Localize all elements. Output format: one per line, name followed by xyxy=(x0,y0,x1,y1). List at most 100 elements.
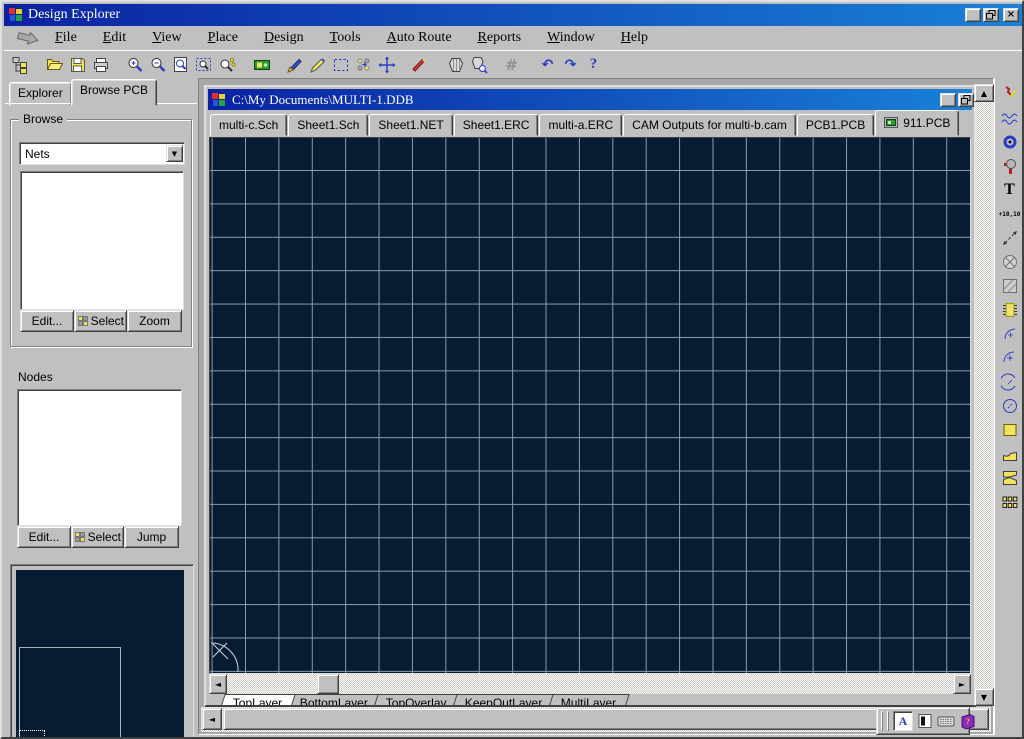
tab-911-pcb[interactable]: 911.PCB xyxy=(875,110,959,136)
drag-handle[interactable] xyxy=(887,711,889,731)
menu-tools[interactable]: Tools xyxy=(317,28,374,48)
save-button[interactable] xyxy=(66,53,89,76)
edge-arc-button[interactable] xyxy=(997,322,1023,346)
polygon-3d-button[interactable] xyxy=(444,53,467,76)
menu-help[interactable]: Help xyxy=(608,28,661,48)
ime-letter-button[interactable]: A xyxy=(893,711,913,731)
drag-handle[interactable] xyxy=(881,711,883,731)
nets-listbox[interactable] xyxy=(20,171,184,310)
full-circle-button[interactable] xyxy=(997,394,1023,418)
cut-button[interactable] xyxy=(283,53,306,76)
polygon-3d-zoom-button[interactable] xyxy=(467,53,490,76)
pcb-canvas[interactable] xyxy=(209,137,971,674)
board-view-button[interactable] xyxy=(250,53,273,76)
minimize-button[interactable]: _ xyxy=(965,8,981,22)
tab-multi-c-sch[interactable]: multi-c.Sch xyxy=(210,114,287,136)
ime-toolbar[interactable]: A ? xyxy=(876,707,970,735)
zoom-point-button[interactable] xyxy=(215,53,238,76)
explorer-toggle-button[interactable] xyxy=(8,53,31,76)
mdi-scroll-up-button[interactable]: ▲ xyxy=(974,84,994,102)
wizard-button[interactable] xyxy=(407,53,430,76)
menu-file[interactable]: File xyxy=(42,28,90,48)
document-titlebar[interactable]: C:\My Documents\MULTI-1.DDB _ xyxy=(208,89,972,110)
polygon-plane-button[interactable] xyxy=(997,442,1023,466)
place-component-button[interactable] xyxy=(997,298,1023,322)
place-via-button[interactable] xyxy=(997,154,1023,178)
place-dimension-button[interactable] xyxy=(997,226,1023,250)
place-fill-button[interactable] xyxy=(997,418,1023,442)
mdi-scroll-thumb[interactable] xyxy=(223,708,989,730)
zoom-in-button[interactable] xyxy=(123,53,146,76)
place-track-button[interactable] xyxy=(997,106,1023,130)
document-restore-button[interactable] xyxy=(958,93,974,107)
pcb-horizontal-scrollbar[interactable]: ◄ ► xyxy=(209,674,971,694)
ime-help-button[interactable]: ? xyxy=(958,712,976,730)
help-button[interactable]: ? xyxy=(582,53,605,76)
menu-reports[interactable]: Reports xyxy=(465,28,535,48)
mdi-scroll-down-button[interactable]: ▼ xyxy=(974,688,994,706)
layer-tab-toplayer[interactable]: TopLayer xyxy=(217,694,296,707)
undo-button[interactable]: ↶ xyxy=(536,53,559,76)
zoom-out-button[interactable] xyxy=(146,53,169,76)
nodes-select-button[interactable]: Select xyxy=(71,526,124,548)
menu-place[interactable]: Place xyxy=(195,28,251,48)
select-area-button[interactable] xyxy=(329,53,352,76)
draw-line-button[interactable] xyxy=(306,53,329,76)
pcb-scroll-right-button[interactable]: ► xyxy=(953,674,971,694)
place-room-button[interactable] xyxy=(997,274,1023,298)
menu-design[interactable]: Design xyxy=(251,28,317,48)
nets-zoom-button[interactable]: Zoom xyxy=(127,310,182,332)
zoom-all-button[interactable] xyxy=(169,53,192,76)
mdi-horizontal-scrollbar[interactable]: ◄ xyxy=(201,707,991,732)
browse-type-dropdown-button[interactable]: ▼ xyxy=(166,145,183,162)
tab-browse-pcb[interactable]: Browse PCB xyxy=(71,79,157,106)
nodes-edit-button[interactable]: Edit... xyxy=(17,526,71,548)
menu-auto-route[interactable]: Auto Route xyxy=(374,28,465,48)
toggle-grid-button[interactable]: # xyxy=(500,53,523,76)
paste-array-button[interactable] xyxy=(997,490,1023,514)
pcb-scroll-left-button[interactable]: ◄ xyxy=(209,674,227,694)
board-preview[interactable] xyxy=(16,570,184,739)
close-button[interactable]: × xyxy=(1003,8,1019,22)
any-angle-arc-button[interactable] xyxy=(997,370,1023,394)
document-minimize-button[interactable]: _ xyxy=(940,93,956,107)
ime-shape-button[interactable] xyxy=(916,712,934,730)
nets-select-button[interactable]: Select xyxy=(74,310,127,332)
tab-sheet1-erc[interactable]: Sheet1.ERC xyxy=(454,114,539,136)
mdi-vertical-scrollbar[interactable]: ▲ ▼ xyxy=(974,84,994,706)
tab-pcb1-pcb[interactable]: PCB1.PCB xyxy=(797,114,874,136)
center-arc-button[interactable] xyxy=(997,346,1023,370)
nodes-listbox[interactable] xyxy=(17,389,182,526)
zoom-area-button[interactable] xyxy=(192,53,215,76)
menu-arrow-icon[interactable] xyxy=(16,30,42,46)
print-button[interactable] xyxy=(89,53,112,76)
layer-tab-keepoutlayer[interactable]: KeepOutLayer xyxy=(449,694,556,707)
menu-edit[interactable]: Edit xyxy=(90,28,139,48)
window-titlebar[interactable]: Design Explorer _ × xyxy=(4,4,1022,26)
place-string-button[interactable]: T xyxy=(997,178,1023,202)
pcb-scroll-thumb[interactable] xyxy=(317,674,339,694)
mdi-scroll-left-button[interactable]: ◄ xyxy=(202,708,222,730)
place-coordinate-button[interactable]: +10,10 xyxy=(997,202,1023,226)
move-button[interactable] xyxy=(375,53,398,76)
tab-sheet1-net[interactable]: Sheet1.NET xyxy=(369,114,452,136)
open-document-button[interactable] xyxy=(43,53,66,76)
tab-cam-outputs[interactable]: CAM Outputs for multi-b.cam xyxy=(623,114,796,136)
nets-edit-button[interactable]: Edit... xyxy=(20,310,74,332)
place-pad-button[interactable] xyxy=(997,130,1023,154)
browse-type-select[interactable]: Nets ▼ xyxy=(19,142,185,165)
set-origin-button[interactable] xyxy=(997,250,1023,274)
redo-button[interactable]: ↷ xyxy=(559,53,582,76)
nodes-jump-button[interactable]: Jump xyxy=(124,526,179,548)
layer-tab-multilayer[interactable]: MultiLayer xyxy=(545,694,630,707)
tab-sheet1-sch[interactable]: Sheet1.Sch xyxy=(288,114,368,136)
layer-tab-bottomlayer[interactable]: BottomLayer xyxy=(285,694,383,707)
menu-window[interactable]: Window xyxy=(534,28,608,48)
tab-multi-a-erc[interactable]: multi-a.ERC xyxy=(539,114,622,136)
menu-view[interactable]: View xyxy=(139,28,195,48)
deselect-button[interactable] xyxy=(352,53,375,76)
interactive-route-button[interactable] xyxy=(997,82,1023,106)
layer-tab-topoverlay[interactable]: TopOverlay xyxy=(371,694,461,707)
split-plane-button[interactable] xyxy=(997,466,1023,490)
restore-button[interactable] xyxy=(983,8,999,22)
